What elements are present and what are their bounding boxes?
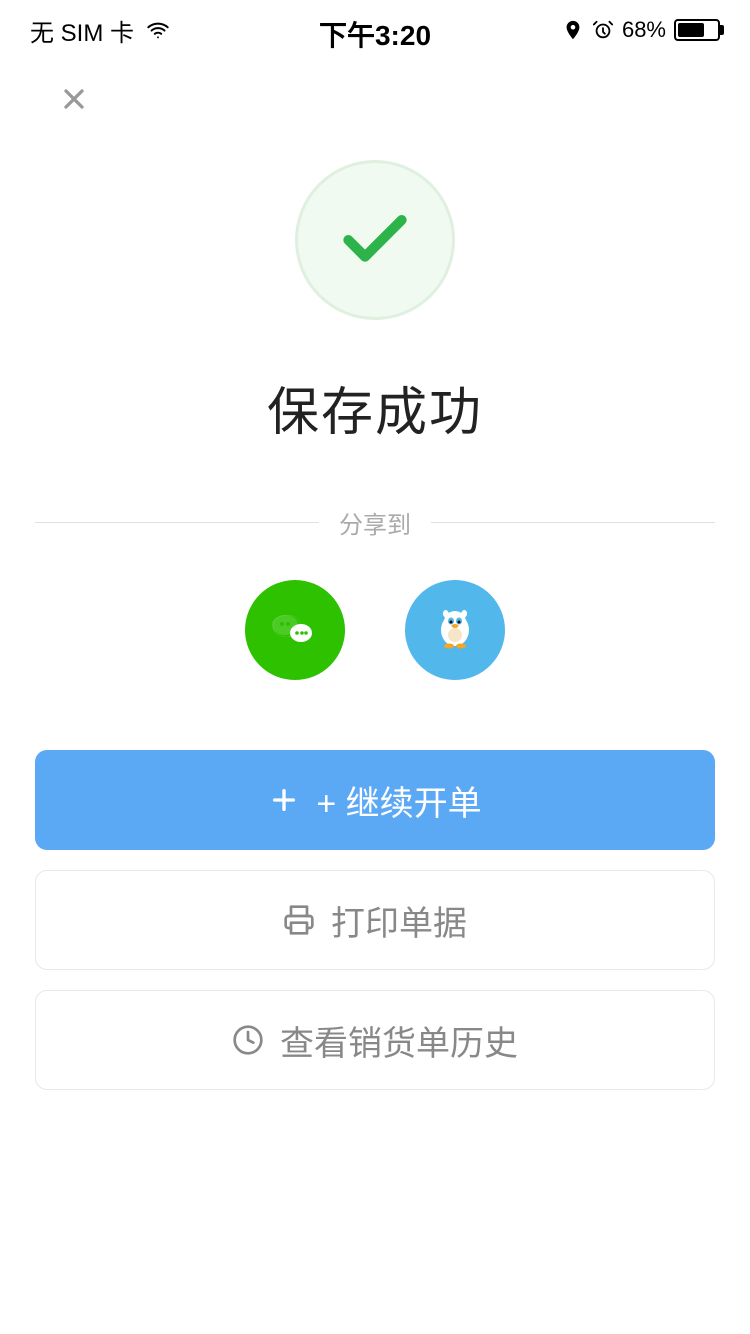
print-icon — [283, 904, 315, 936]
checkmark-icon — [335, 200, 415, 280]
wechat-icon — [265, 600, 325, 660]
status-time: 下午3:20 — [319, 14, 431, 54]
main-content: 保存成功 分享到 — [0, 60, 750, 1090]
location-icon — [562, 19, 584, 41]
divider-right — [431, 522, 715, 523]
continue-button[interactable]: + 继续开单 — [35, 750, 715, 850]
action-buttons: + 继续开单 打印单据 查看销货单历史 — [35, 750, 715, 1090]
plus-icon — [268, 784, 300, 816]
continue-label: + 继续开单 — [316, 776, 481, 825]
share-divider: 分享到 — [35, 505, 715, 540]
status-icons: 68% — [562, 17, 720, 43]
qq-icon — [425, 600, 485, 660]
alarm-icon — [592, 19, 614, 41]
history-button[interactable]: 查看销货单历史 — [35, 990, 715, 1090]
share-label: 分享到 — [339, 505, 411, 540]
history-icon — [232, 1024, 264, 1056]
close-button[interactable] — [50, 75, 98, 123]
share-icons-row — [245, 580, 505, 680]
success-icon-circle — [295, 160, 455, 320]
status-bar: 无 SIM 卡 下午3:20 68% — [0, 0, 750, 60]
battery-percent: 68% — [622, 17, 666, 43]
wifi-icon — [144, 19, 172, 41]
status-carrier: 无 SIM 卡 — [30, 13, 172, 48]
qq-share-button[interactable] — [405, 580, 505, 680]
print-label: 打印单据 — [331, 896, 467, 945]
print-button[interactable]: 打印单据 — [35, 870, 715, 970]
wechat-share-button[interactable] — [245, 580, 345, 680]
divider-left — [35, 522, 319, 523]
battery-icon — [674, 19, 720, 41]
history-label: 查看销货单历史 — [280, 1016, 518, 1065]
success-title: 保存成功 — [267, 370, 483, 445]
share-section: 分享到 — [0, 505, 750, 680]
